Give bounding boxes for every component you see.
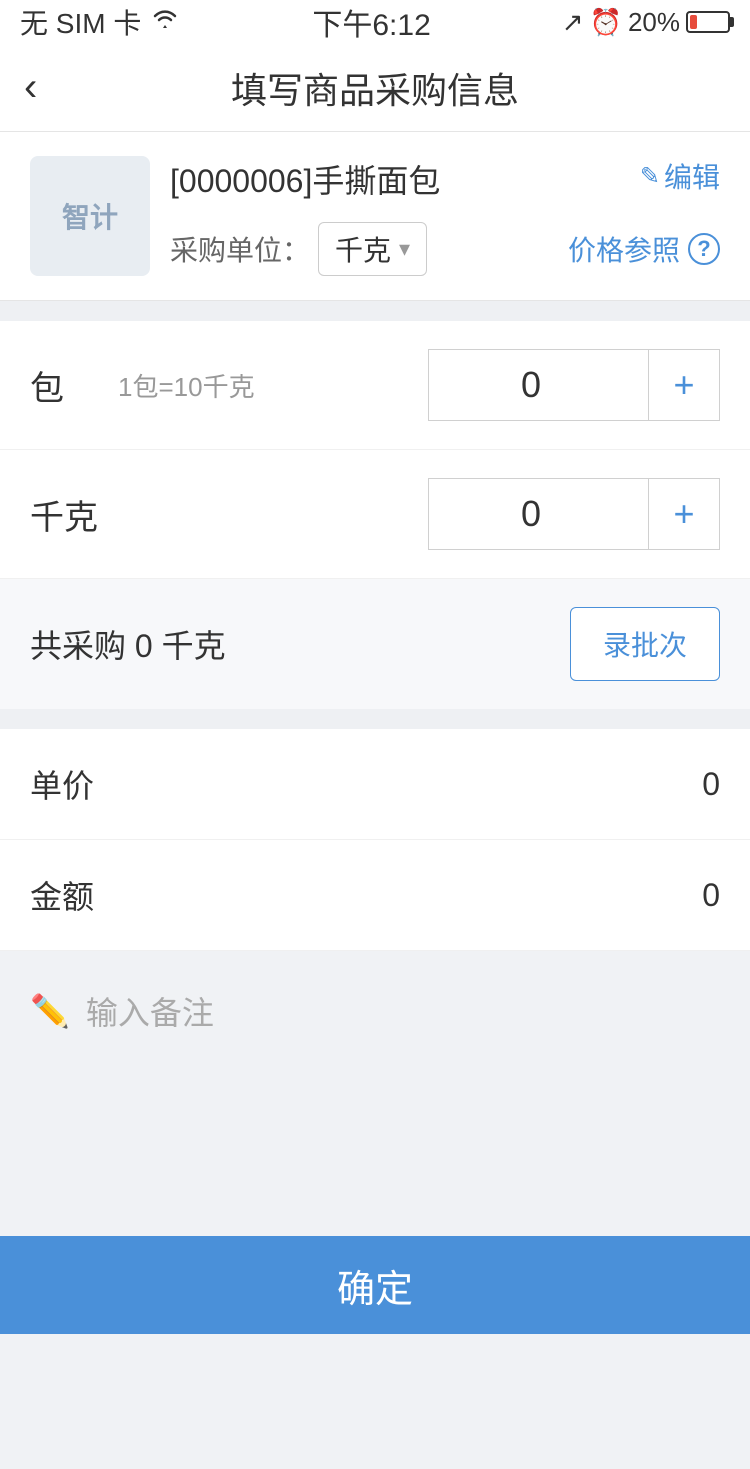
- record-batch-button[interactable]: 录批次: [570, 607, 720, 681]
- quantity-sublabel-bag: 1包=10千克: [118, 367, 428, 404]
- price-ref-label: 价格参照: [568, 229, 680, 269]
- unit-price-row: 单价 0: [0, 729, 750, 840]
- carrier-label: 无 SIM 卡: [20, 2, 141, 42]
- product-image: 智计: [30, 156, 150, 276]
- quantity-section: 包 1包=10千克 + 千克 +: [0, 321, 750, 579]
- nav-bar: ‹ 填写商品采购信息: [0, 44, 750, 132]
- unit-value: 千克: [335, 229, 391, 269]
- unit-price-label: 单价: [30, 761, 94, 807]
- remark-placeholder: 输入备注: [86, 988, 214, 1034]
- quantity-label-kg: 千克: [30, 490, 110, 539]
- status-right: ↗ ⏰ 20%: [562, 7, 730, 38]
- total-row: 共采购 0 千克 录批次: [0, 579, 750, 709]
- product-image-text: 智计: [62, 196, 118, 236]
- quantity-label-bag: 包: [30, 361, 110, 410]
- back-button[interactable]: ‹: [24, 65, 37, 110]
- amount-label: 金额: [30, 872, 94, 918]
- product-name: [0000006]手撕面包: [170, 156, 624, 202]
- confirm-button[interactable]: 确定: [0, 1236, 750, 1334]
- remark-section[interactable]: ✏️ 输入备注: [0, 951, 750, 1071]
- quantity-plus-bag[interactable]: +: [648, 349, 720, 421]
- product-unit-row: 采购单位： 千克 ▾ 价格参照 ?: [170, 222, 720, 276]
- price-section: 单价 0 金额 0: [0, 729, 750, 951]
- product-header: [0000006]手撕面包 ✎ 编辑: [170, 156, 720, 202]
- unit-label: 采购单位：: [170, 229, 310, 269]
- battery-icon: [686, 11, 730, 33]
- alarm-icon: ⏰: [590, 7, 622, 38]
- amount-row: 金额 0: [0, 840, 750, 951]
- pencil-icon: ✏️: [30, 992, 70, 1030]
- quantity-row-bag: 包 1包=10千克 +: [0, 321, 750, 450]
- total-label: 共采购 0 千克: [30, 621, 570, 667]
- price-ref-button[interactable]: 价格参照 ?: [568, 229, 720, 269]
- page-title: 填写商品采购信息: [231, 62, 519, 114]
- dropdown-arrow-icon: ▾: [399, 236, 410, 262]
- edit-button[interactable]: ✎ 编辑: [640, 156, 720, 196]
- amount-value: 0: [702, 877, 720, 914]
- quantity-input-group-kg: +: [428, 478, 720, 550]
- status-bar: 无 SIM 卡 下午6:12 ↗ ⏰ 20%: [0, 0, 750, 44]
- product-info: [0000006]手撕面包 ✎ 编辑 采购单位： 千克 ▾ 价格参照 ?: [170, 156, 720, 276]
- edit-icon: ✎: [640, 162, 660, 191]
- unit-selector[interactable]: 千克 ▾: [318, 222, 427, 276]
- product-card: 智计 [0000006]手撕面包 ✎ 编辑 采购单位： 千克 ▾: [0, 132, 750, 301]
- section-divider-2: [0, 709, 750, 729]
- unit-price-value: 0: [702, 766, 720, 803]
- quantity-row-kg: 千克 +: [0, 450, 750, 579]
- battery-percent: 20%: [628, 7, 680, 38]
- quantity-input-bag[interactable]: [428, 349, 648, 421]
- quantity-plus-kg[interactable]: +: [648, 478, 720, 550]
- battery-fill: [690, 15, 697, 29]
- quantity-input-group-bag: +: [428, 349, 720, 421]
- wifi-icon: [149, 6, 181, 38]
- section-divider-1: [0, 301, 750, 321]
- location-icon: ↗: [562, 7, 584, 38]
- status-left: 无 SIM 卡: [20, 2, 181, 42]
- edit-label: 编辑: [664, 156, 720, 196]
- price-ref-help-icon: ?: [688, 233, 720, 265]
- quantity-input-kg[interactable]: [428, 478, 648, 550]
- status-time: 下午6:12: [312, 0, 430, 44]
